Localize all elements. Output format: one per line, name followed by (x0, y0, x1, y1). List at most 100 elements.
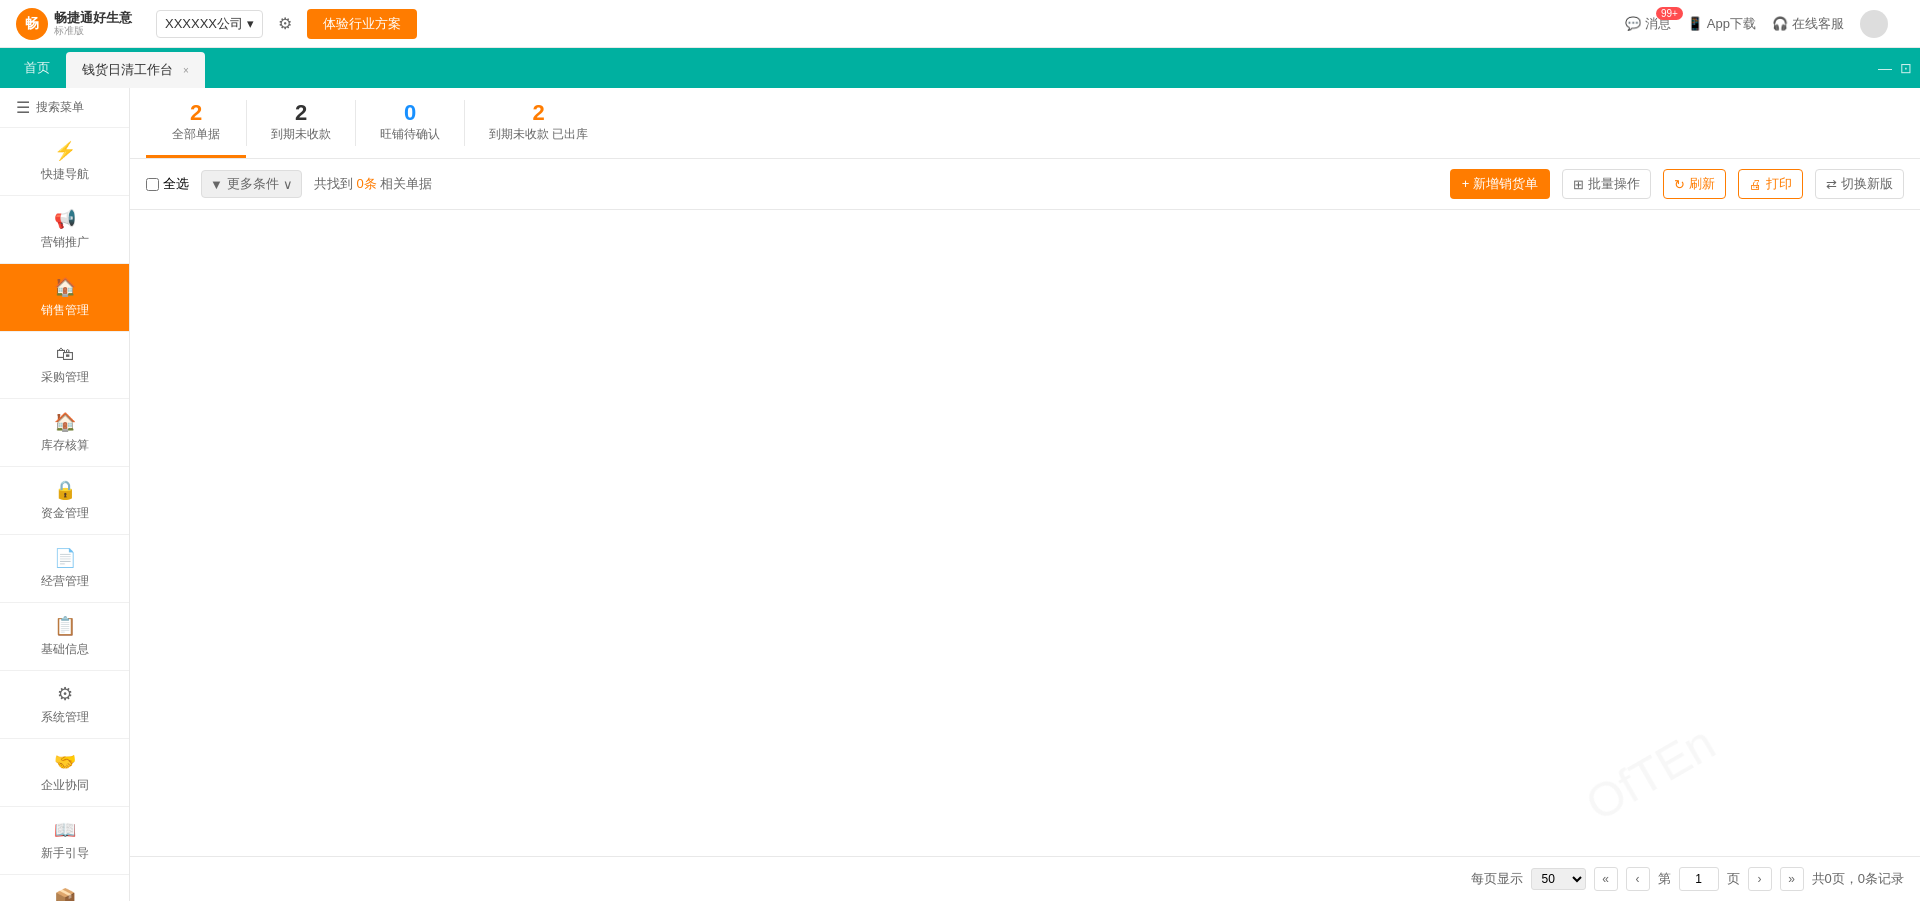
sidebar-item-inventory[interactable]: 🏠 库存核算 (0, 399, 129, 467)
page-label: 第 (1658, 870, 1671, 888)
sidebar-item-purchase[interactable]: 🛍 采购管理 (0, 332, 129, 399)
stat-count-pending: 0 (404, 100, 416, 126)
header-left: 畅 畅捷通好生意 标准版 XXXXXX公司 ▾ ⚙ 体验行业方案 (16, 8, 417, 40)
tab-actions: — ⊡ (1878, 60, 1912, 76)
sidebar-item-guide[interactable]: 📖 新手引导 (0, 807, 129, 875)
toolbar-right: + 新增销货单 ⊞ 批量操作 ↻ 刷新 🖨 打印 ⇄ 切换新版 (1450, 169, 1904, 199)
company-selector[interactable]: XXXXXX公司 ▾ (156, 10, 263, 38)
switch-version-button[interactable]: ⇄ 切换新版 (1815, 169, 1904, 199)
found-prefix: 共找到 (314, 176, 353, 191)
stat-count-overdue: 2 (295, 100, 307, 126)
select-all-input[interactable] (146, 178, 159, 191)
company-name: XXXXXX公司 (165, 15, 243, 33)
enterprise-label: 企业协同 (41, 777, 89, 794)
logo-title: 畅捷通好生意 (54, 10, 132, 26)
finance-label: 资金管理 (41, 505, 89, 522)
enterprise-icon: 🤝 (54, 751, 76, 773)
tab-bar: 首页 钱货日清工作台 × — ⊡ (0, 48, 1920, 88)
marketing-icon: 📢 (54, 208, 76, 230)
quick-nav-label: 快捷导航 (41, 166, 89, 183)
tab-home[interactable]: 首页 (8, 52, 66, 84)
table-area (130, 210, 1920, 856)
sidebar-item-enterprise[interactable]: 🤝 企业协同 (0, 739, 129, 807)
user-avatar[interactable] (1860, 10, 1888, 38)
tab-close-icon[interactable]: × (183, 65, 189, 76)
prev-page-button[interactable]: ‹ (1626, 867, 1650, 891)
per-page-select[interactable]: 50 100 200 (1531, 868, 1586, 890)
online-service-label: 在线客服 (1792, 15, 1844, 33)
current-tab-label: 钱货日清工作台 (82, 61, 173, 79)
stat-label-overdue-shipped: 到期未收款 已出库 (489, 126, 588, 143)
logo-sub: 标准版 (54, 25, 132, 37)
print-button[interactable]: 🖨 打印 (1738, 169, 1803, 199)
new-sales-order-button[interactable]: + 新增销货单 (1450, 169, 1550, 199)
sales-label: 销售管理 (41, 302, 89, 319)
purchase-label: 采购管理 (41, 369, 89, 386)
sidebar-item-finance[interactable]: 🔒 资金管理 (0, 467, 129, 535)
trial-button[interactable]: 体验行业方案 (307, 9, 417, 39)
message-button[interactable]: 💬 消息 99+ (1625, 15, 1671, 33)
inventory-icon: 🏠 (54, 411, 76, 433)
guide-icon: 📖 (54, 819, 76, 841)
search-menu-label: 搜索菜单 (36, 99, 84, 116)
print-icon: 🖨 (1749, 177, 1762, 192)
logo-icon: 畅 (16, 8, 48, 40)
operations-label: 经营管理 (41, 573, 89, 590)
online-service-button[interactable]: 🎧 在线客服 (1772, 15, 1844, 33)
sales-icon: 🏠 (54, 276, 76, 298)
sidebar-item-search-menu[interactable]: ☰ 搜索菜单 (0, 88, 129, 128)
download-icon: 📱 (1687, 16, 1703, 31)
sidebar-item-operations[interactable]: 📄 经营管理 (0, 535, 129, 603)
filter-label: 更多条件 (227, 175, 279, 193)
sidebar: ☰ 搜索菜单 ⚡ 快捷导航 📢 营销推广 🏠 销售管理 🛍 采购管理 🏠 库存核… (0, 88, 130, 901)
page-suffix: 页 (1727, 870, 1740, 888)
sidebar-item-sales[interactable]: 🏠 销售管理 (0, 264, 129, 332)
filter-chevron: ∨ (283, 177, 293, 192)
stats-tabs: 2 全部单据 2 到期未收款 0 旺铺待确认 2 到期未收款 已出库 (130, 88, 1920, 159)
select-all-label: 全选 (163, 175, 189, 193)
last-page-button[interactable]: » (1780, 867, 1804, 891)
filter-button[interactable]: ▼ 更多条件 ∨ (201, 170, 302, 198)
sidebar-item-app-center[interactable]: 📦 应用中心 (0, 875, 129, 901)
guide-label: 新手引导 (41, 845, 89, 862)
batch-label: 批量操作 (1588, 175, 1640, 193)
quick-nav-icon: ⚡ (54, 140, 76, 162)
pagination: 每页显示 50 100 200 « ‹ 第 页 › » 共0页，0条记录 (130, 856, 1920, 901)
sidebar-item-system[interactable]: ⚙ 系统管理 (0, 671, 129, 739)
maximize-tab-icon[interactable]: ⊡ (1900, 60, 1912, 76)
found-count: 0条 (357, 176, 377, 191)
top-header: 畅 畅捷通好生意 标准版 XXXXXX公司 ▾ ⚙ 体验行业方案 💬 消息 99… (0, 0, 1920, 48)
minimize-tab-icon[interactable]: — (1878, 60, 1892, 76)
basic-info-icon: 📋 (54, 615, 76, 637)
stat-tab-pending[interactable]: 0 旺铺待确认 (356, 88, 464, 158)
logo-text: 畅捷通好生意 标准版 (54, 10, 132, 38)
sidebar-item-marketing[interactable]: 📢 营销推广 (0, 196, 129, 264)
print-label: 打印 (1766, 175, 1792, 193)
page-input[interactable] (1679, 867, 1719, 891)
tab-current[interactable]: 钱货日清工作台 × (66, 52, 205, 88)
batch-operation-button[interactable]: ⊞ 批量操作 (1562, 169, 1651, 199)
app-download-button[interactable]: 📱 App下载 (1687, 15, 1756, 33)
select-all-checkbox[interactable]: 全选 (146, 175, 189, 193)
filter-icon: ▼ (210, 177, 223, 192)
toolbar: 全选 ▼ 更多条件 ∨ 共找到 0条 相关单据 + 新增销货单 ⊞ 批量操作 (130, 159, 1920, 210)
refresh-button[interactable]: ↻ 刷新 (1663, 169, 1726, 199)
per-page-label: 每页显示 (1471, 870, 1523, 888)
sidebar-item-basic-info[interactable]: 📋 基础信息 (0, 603, 129, 671)
sidebar-item-quick-nav[interactable]: ⚡ 快捷导航 (0, 128, 129, 196)
stat-count-overdue-shipped: 2 (533, 100, 545, 126)
settings-button[interactable]: ⚙ (271, 10, 299, 38)
app-download-label: App下载 (1707, 15, 1756, 33)
stat-count-all: 2 (190, 100, 202, 126)
first-page-button[interactable]: « (1594, 867, 1618, 891)
purchase-icon: 🛍 (56, 344, 74, 365)
stat-label-overdue: 到期未收款 (271, 126, 331, 143)
inventory-label: 库存核算 (41, 437, 89, 454)
stat-tab-all[interactable]: 2 全部单据 (146, 88, 246, 158)
logo-area: 畅 畅捷通好生意 标准版 (16, 8, 132, 40)
finance-icon: 🔒 (54, 479, 76, 501)
stat-tab-overdue-shipped[interactable]: 2 到期未收款 已出库 (465, 88, 612, 158)
next-page-button[interactable]: › (1748, 867, 1772, 891)
home-tab-label: 首页 (24, 59, 50, 77)
stat-tab-overdue[interactable]: 2 到期未收款 (247, 88, 355, 158)
